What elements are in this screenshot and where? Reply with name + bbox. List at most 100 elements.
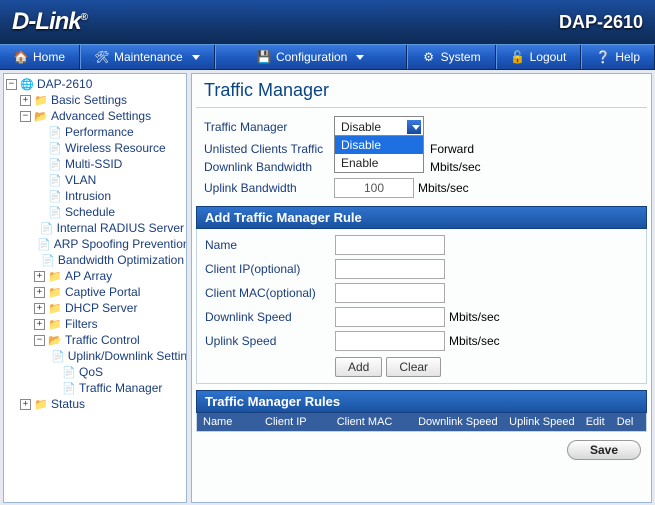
save-icon: 💾 (257, 50, 271, 64)
folder-open-icon: 📂 (34, 109, 48, 123)
nav-home[interactable]: 🏠 Home (0, 45, 80, 69)
page-icon: 📄 (48, 173, 62, 187)
input-client-ip[interactable] (335, 259, 445, 279)
expand-icon[interactable]: + (34, 271, 45, 282)
tree-item-label: DHCP Server (65, 301, 137, 315)
gear-icon: ⚙ (422, 50, 436, 64)
tree-performance[interactable]: 📄Performance (32, 124, 186, 140)
help-icon: ❔ (596, 50, 610, 64)
section-rules-header: Traffic Manager Rules (196, 390, 647, 413)
tree-root[interactable]: − 🌐 DAP-2610 (4, 76, 186, 92)
input-client-mac[interactable] (335, 283, 445, 303)
page-icon: 📄 (48, 205, 62, 219)
folder-icon: 📁 (48, 285, 62, 299)
home-icon: 🏠 (14, 50, 28, 64)
tree-multi-ssid[interactable]: 📄Multi-SSID (32, 156, 186, 172)
label-ip: Client IP(optional) (205, 262, 335, 276)
tree-item-label: QoS (79, 365, 103, 379)
th-del: Del (615, 416, 642, 428)
folder-icon: 📁 (48, 317, 62, 331)
tree-arp-spoofing[interactable]: 📄ARP Spoofing Prevention (32, 236, 186, 252)
nav-system-label: System (441, 50, 481, 64)
nav-logout[interactable]: 🔓 Logout (496, 45, 582, 69)
tree-basic-label: Basic Settings (51, 93, 127, 107)
tree-schedule[interactable]: 📄Schedule (32, 204, 186, 220)
th-name: Name (201, 416, 263, 428)
collapse-icon[interactable]: − (6, 79, 17, 90)
rules-table-head: Name Client IP Client MAC Downlink Speed… (196, 413, 647, 432)
tree-traffic-control[interactable]: −📂Traffic Control (32, 332, 186, 348)
page-icon: 📄 (62, 381, 76, 395)
page-icon: 📄 (41, 253, 55, 267)
nav-tree: − 🌐 DAP-2610 + 📁 Basic Settings − 📂 (3, 73, 187, 503)
tree-radius[interactable]: 📄Internal RADIUS Server (32, 220, 186, 236)
nav-logout-label: Logout (530, 50, 567, 64)
tree-item-label: Multi-SSID (65, 157, 122, 171)
tree-item-label: Internal RADIUS Server (57, 221, 184, 235)
tree-item-label: VLAN (65, 173, 96, 187)
brand-bar: D-Link® DAP-2610 (0, 0, 655, 44)
option-enable[interactable]: Enable (335, 154, 423, 172)
input-ul-speed[interactable] (335, 331, 445, 351)
nav-configuration[interactable]: 💾 Configuration (215, 45, 407, 69)
expand-icon[interactable]: + (20, 95, 31, 106)
expand-icon[interactable]: + (34, 319, 45, 330)
page-icon: 📄 (48, 157, 62, 171)
folder-icon: 📁 (34, 397, 48, 411)
label-name: Name (205, 238, 335, 252)
collapse-icon[interactable]: − (34, 335, 45, 346)
tree-item-label: Intrusion (65, 189, 111, 203)
tree-item-label: Captive Portal (65, 285, 140, 299)
expand-icon[interactable]: + (34, 303, 45, 314)
th-mac: Client MAC (335, 416, 416, 428)
select-value: Disable (341, 120, 381, 134)
tree-status[interactable]: + 📁 Status (18, 396, 186, 412)
input-ul-bandwidth[interactable] (334, 178, 414, 198)
add-button[interactable]: Add (335, 357, 382, 377)
tree-vlan[interactable]: 📄VLAN (32, 172, 186, 188)
tree-dhcp-server[interactable]: +📁DHCP Server (32, 300, 186, 316)
tree-traffic-manager[interactable]: 📄Traffic Manager (46, 380, 186, 396)
label-dl-speed: Downlink Speed (205, 310, 335, 324)
tree-ap-array[interactable]: +📁AP Array (32, 268, 186, 284)
clear-button[interactable]: Clear (386, 357, 441, 377)
collapse-icon[interactable]: − (20, 111, 31, 122)
save-button[interactable]: Save (567, 440, 641, 460)
folder-icon: 📁 (48, 301, 62, 315)
nav-maintenance[interactable]: 🛠 Maintenance (80, 45, 215, 69)
tree-intrusion[interactable]: 📄Intrusion (32, 188, 186, 204)
tree-advanced-settings[interactable]: − 📂 Advanced Settings (18, 108, 186, 124)
tree-captive-portal[interactable]: +📁Captive Portal (32, 284, 186, 300)
page-icon: 📄 (51, 349, 65, 363)
tree-wireless-resource[interactable]: 📄Wireless Resource (32, 140, 186, 156)
tree-advanced-label: Advanced Settings (51, 109, 151, 123)
label-unlisted: Unlisted Clients Traffic (204, 142, 334, 156)
tree-uplink-downlink[interactable]: 📄Uplink/Downlink Settings (46, 348, 186, 364)
expand-icon[interactable]: + (34, 287, 45, 298)
page-icon: 📄 (48, 141, 62, 155)
section-add-body: Name Client IP(optional) Client MAC(opti… (196, 229, 647, 384)
label-tm: Traffic Manager (204, 120, 334, 134)
option-disable[interactable]: Disable (335, 136, 423, 154)
label-mac: Client MAC(optional) (205, 286, 335, 300)
expand-icon[interactable]: + (20, 399, 31, 410)
folder-icon: 📁 (48, 269, 62, 283)
nav-home-label: Home (33, 50, 65, 64)
nav-system[interactable]: ⚙ System (407, 45, 496, 69)
th-edit: Edit (584, 416, 615, 428)
input-name[interactable] (335, 235, 445, 255)
tree-qos[interactable]: 📄QoS (46, 364, 186, 380)
unit-dl-speed: Mbits/sec (449, 310, 500, 324)
tool-icon: 🛠 (95, 50, 109, 64)
tree-bandwidth-opt[interactable]: 📄Bandwidth Optimization (32, 252, 186, 268)
globe-icon: 🌐 (20, 77, 34, 91)
dropdown-traffic-manager: Disable Enable (334, 135, 424, 173)
nav-bar: 🏠 Home 🛠 Maintenance 💾 Configuration ⚙ S… (0, 44, 655, 70)
tree-filters[interactable]: +📁Filters (32, 316, 186, 332)
tree-item-label: Schedule (65, 205, 115, 219)
tree-basic-settings[interactable]: + 📁 Basic Settings (18, 92, 186, 108)
nav-help-label: Help (615, 50, 640, 64)
tree-item-label: Bandwidth Optimization (58, 253, 184, 267)
nav-help[interactable]: ❔ Help (581, 45, 655, 69)
input-dl-speed[interactable] (335, 307, 445, 327)
